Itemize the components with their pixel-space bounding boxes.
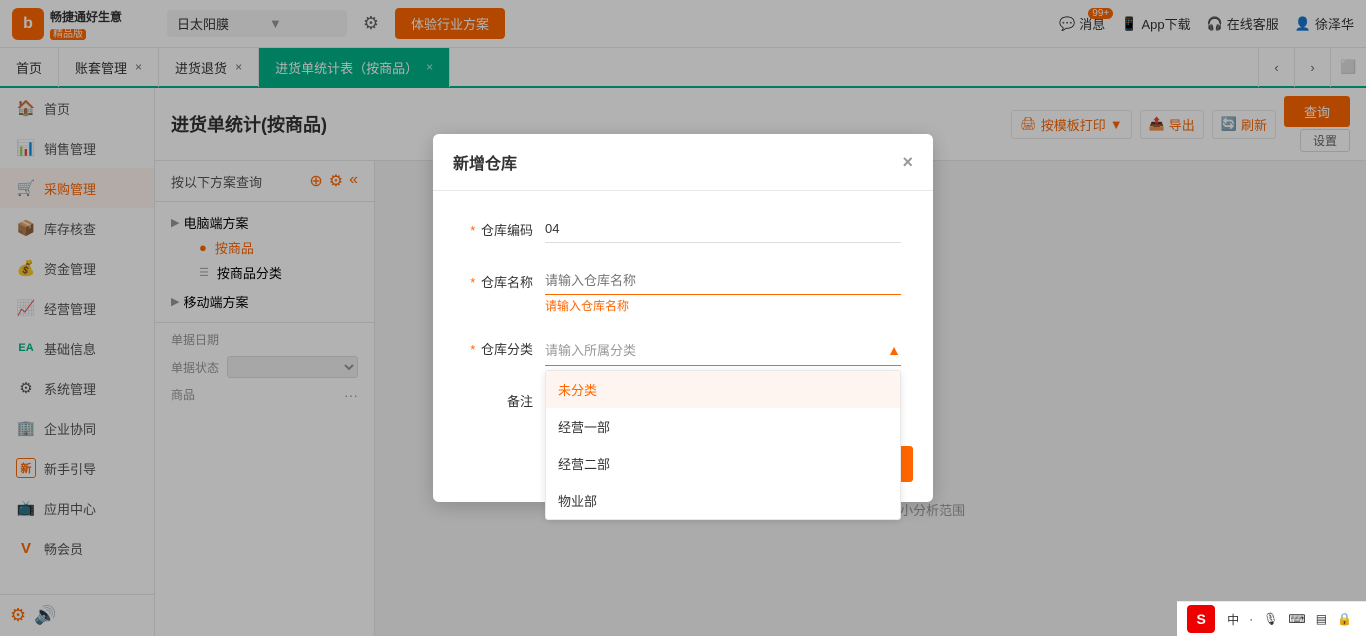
modal-header: 新增仓库 ×	[433, 134, 933, 191]
category-field: 请输入所属分类 ▲ 未分类 经营一部 经营二部 物业部	[545, 334, 901, 366]
code-field	[545, 215, 901, 243]
dropdown-item-3[interactable]: 物业部	[546, 482, 900, 519]
form-row-name: * 仓库名称 请输入仓库名称	[465, 267, 901, 314]
modal-close-btn[interactable]: ×	[902, 152, 913, 173]
s-logo: S	[1187, 605, 1215, 633]
name-error: 请输入仓库名称	[545, 297, 901, 314]
modal-body: * 仓库编码 * 仓库名称 请输入仓库名称	[433, 191, 933, 434]
category-arrow-icon: ▲	[887, 342, 901, 358]
note-label: 备注	[465, 386, 545, 418]
form-row-code: * 仓库编码	[465, 215, 901, 247]
status-cn[interactable]: 中	[1223, 609, 1243, 630]
code-input[interactable]	[545, 215, 901, 243]
bottom-status-bar: S 中 · 🎙 ⌨ ▤ 🔒	[1177, 601, 1366, 636]
modal-title: 新增仓库	[453, 150, 517, 174]
status-grid[interactable]: ▤	[1312, 610, 1331, 628]
category-select[interactable]: 请输入所属分类 ▲	[545, 334, 901, 366]
name-label: * 仓库名称	[465, 267, 545, 299]
status-dot[interactable]: ·	[1245, 610, 1257, 628]
dropdown-item-0[interactable]: 未分类	[546, 371, 900, 408]
modal-dialog: 新增仓库 × * 仓库编码 * 仓库名称	[433, 134, 933, 502]
category-dropdown: 未分类 经营一部 经营二部 物业部	[545, 370, 901, 520]
code-label: * 仓库编码	[465, 215, 545, 247]
form-row-category: * 仓库分类 请输入所属分类 ▲ 未分类 经营一部 经营二部 物业部	[465, 334, 901, 366]
dropdown-item-1[interactable]: 经营一部	[546, 408, 900, 445]
status-lock[interactable]: 🔒	[1333, 610, 1356, 628]
category-placeholder: 请输入所属分类	[545, 340, 636, 359]
name-field: 请输入仓库名称	[545, 267, 901, 314]
name-input[interactable]	[545, 267, 901, 295]
dropdown-item-2[interactable]: 经营二部	[546, 445, 900, 482]
status-mic[interactable]: 🎙	[1259, 610, 1282, 628]
status-keyboard[interactable]: ⌨	[1284, 610, 1309, 628]
modal-overlay[interactable]: 新增仓库 × * 仓库编码 * 仓库名称	[0, 0, 1366, 636]
category-label: * 仓库分类	[465, 334, 545, 366]
